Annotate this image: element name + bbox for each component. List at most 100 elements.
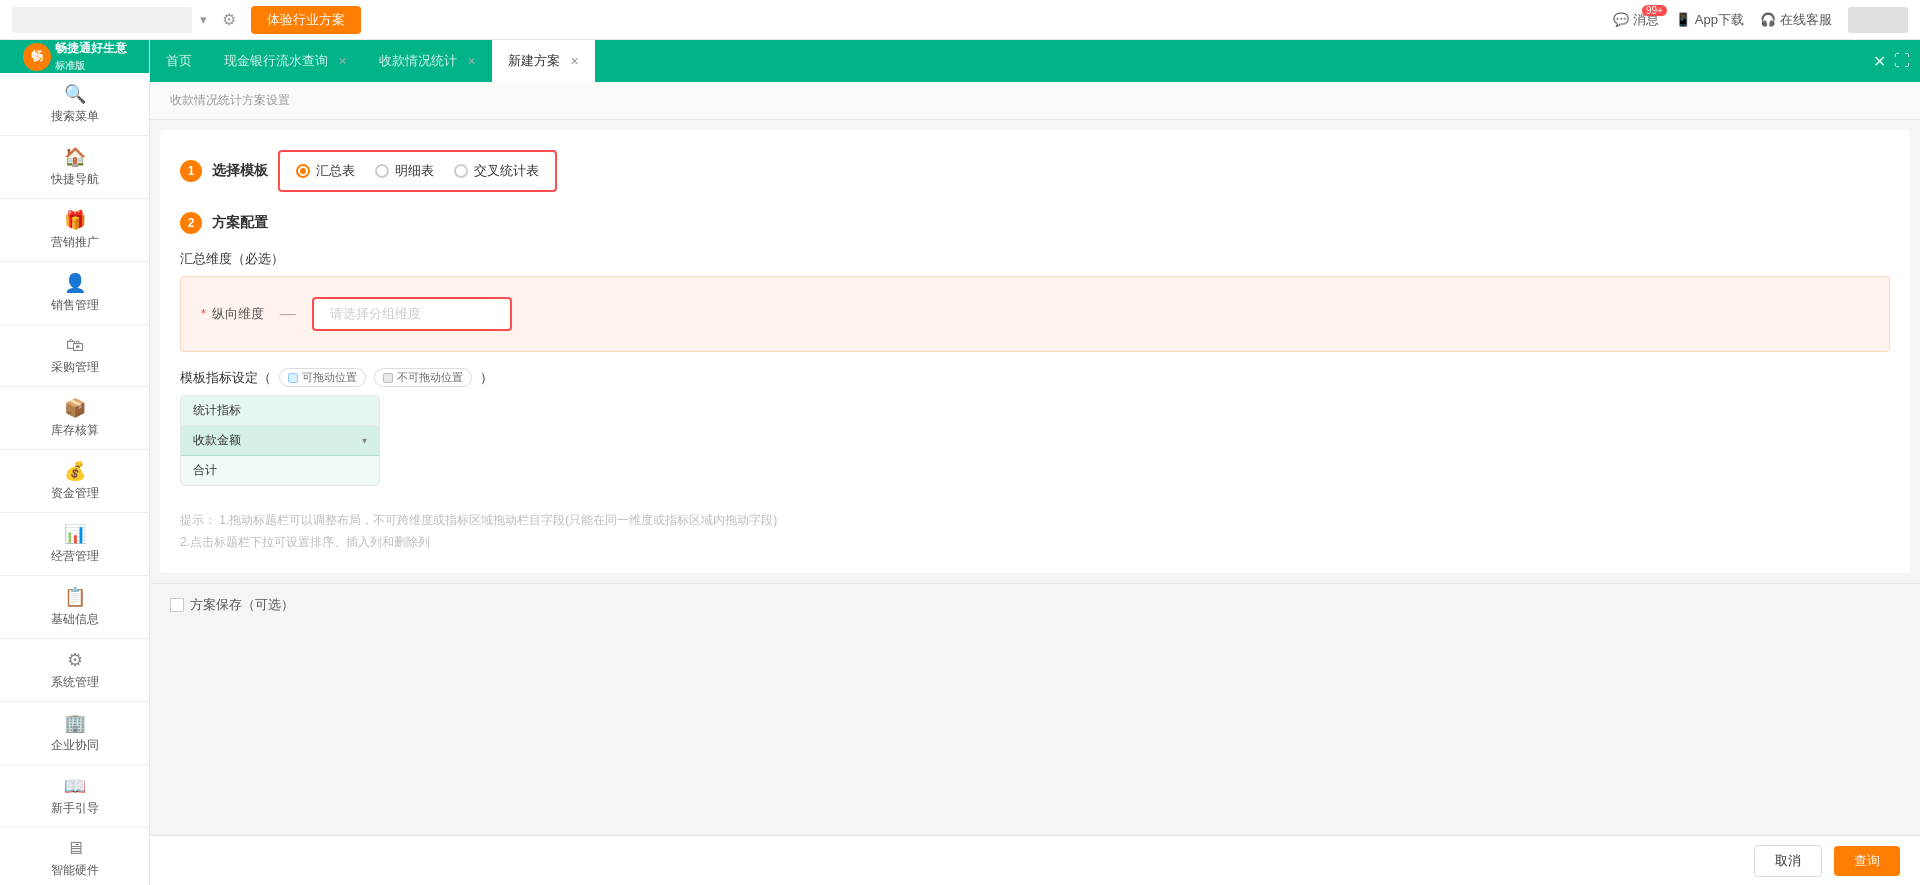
sidebar-item-purchase[interactable]: 🛍采购管理 bbox=[0, 325, 149, 387]
guide-icon: 📖 bbox=[64, 775, 86, 797]
radio-summary-circle bbox=[296, 164, 310, 178]
sidebar-item-finance[interactable]: 💰 资金管理 bbox=[0, 450, 149, 513]
tab-home[interactable]: 首页 bbox=[150, 40, 208, 82]
dimension-arrow-icon: — bbox=[280, 305, 296, 323]
message-badge: 99+ bbox=[1642, 5, 1667, 16]
sales-icon: 👤 bbox=[64, 272, 86, 294]
sidebar-item-label: 经营管理 bbox=[51, 548, 99, 565]
dimension-area: * 纵向维度 — 请选择分组维度 bbox=[180, 276, 1890, 352]
sidebar-item-marketing[interactable]: 🎁 营销推广 bbox=[0, 199, 149, 262]
section1-header: 1 选择模板 汇总表 明细表 bbox=[180, 150, 1890, 192]
tab-bank-close[interactable]: ✕ bbox=[338, 55, 347, 68]
query-button[interactable]: 查询 bbox=[1834, 846, 1900, 876]
service-icon: 🎧 bbox=[1760, 12, 1776, 27]
system-icon: ⚙ bbox=[67, 649, 83, 671]
user-avatar[interactable] bbox=[1848, 7, 1908, 33]
tab-bar: 首页 现金银行流水查询 ✕ 收款情况统计 ✕ 新建方案 ✕ ✕ ⛶ bbox=[150, 40, 1920, 82]
stats-table-cell[interactable]: 收款金额 ▾ bbox=[181, 426, 379, 456]
search-box[interactable] bbox=[12, 7, 192, 33]
sidebar-item-operation[interactable]: 📊经营管理 bbox=[0, 513, 149, 576]
sidebar-item-label: 智能硬件 bbox=[51, 862, 99, 879]
tab-collection-close[interactable]: ✕ bbox=[467, 55, 476, 68]
sidebar-item-hardware[interactable]: 🖥 智能硬件 bbox=[0, 828, 149, 885]
section2-header: 2 方案配置 bbox=[180, 212, 1890, 234]
sidebar-items: 🔍 搜索菜单 🏠 快捷导航 🎁 营销推广 👤 销售管理 🛍采购管理📦库存核算 💰 资金管理 📊经营管理… bbox=[0, 73, 149, 885]
radio-cross-circle bbox=[454, 164, 468, 178]
save-checkbox[interactable] bbox=[170, 598, 184, 612]
sidebar-item-system[interactable]: ⚙ 系统管理 bbox=[0, 639, 149, 702]
tab-close-icon[interactable]: ✕ bbox=[1873, 52, 1886, 71]
download-label: App下载 bbox=[1695, 11, 1744, 29]
service-label: 在线客服 bbox=[1780, 11, 1832, 29]
sidebar-item-nav[interactable]: 🏠 快捷导航 bbox=[0, 136, 149, 199]
radio-cross[interactable]: 交叉统计表 bbox=[454, 162, 539, 180]
sidebar-item-label: 系统管理 bbox=[51, 674, 99, 691]
sidebar-item-guide[interactable]: 📖 新手引导 bbox=[0, 765, 149, 828]
indicator-label-row: 模板指标设定（ 可拖动位置 不可拖动位置 ） bbox=[180, 368, 1890, 387]
dropdown-icon[interactable]: ▾ bbox=[200, 12, 207, 27]
main-layout: 畅 畅捷通好生意 标准版 🔍 搜索菜单 🏠 快捷导航 🎁 营销推广 👤 销售管理 🛍采购管理📦库… bbox=[0, 40, 1920, 885]
sidebar-item-search[interactable]: 🔍 搜索菜单 bbox=[0, 73, 149, 136]
dimension-select[interactable]: 请选择分组维度 bbox=[312, 297, 512, 331]
radio-summary[interactable]: 汇总表 bbox=[296, 162, 355, 180]
tab-collection[interactable]: 收款情况统计 ✕ bbox=[363, 40, 492, 82]
logo-icon: 畅 bbox=[23, 43, 51, 71]
sidebar-item-label: 采购管理 bbox=[51, 359, 99, 376]
trial-button[interactable]: 体验行业方案 bbox=[251, 6, 361, 34]
radio-detail-circle bbox=[375, 164, 389, 178]
sidebar-item-label: 营销推广 bbox=[51, 234, 99, 251]
radio-group: 汇总表 明细表 交叉统计表 bbox=[296, 162, 539, 180]
cancel-button[interactable]: 取消 bbox=[1754, 845, 1822, 877]
indicator-settings: 模板指标设定（ 可拖动位置 不可拖动位置 ） bbox=[180, 368, 1890, 553]
download-icon: 📱 bbox=[1675, 12, 1691, 27]
page-content: 收款情况统计方案设置 1 选择模板 汇总表 bbox=[150, 82, 1920, 835]
radio-detail[interactable]: 明细表 bbox=[375, 162, 434, 180]
sidebar-item-label: 快捷导航 bbox=[51, 171, 99, 188]
section1-title: 选择模板 bbox=[212, 162, 268, 180]
bottom-action-bar: 取消 查询 bbox=[150, 835, 1920, 885]
header-left: ▾ ⚙ 体验行业方案 bbox=[12, 6, 1605, 34]
stats-table-header: 统计指标 bbox=[181, 396, 379, 426]
sidebar-item-label: 搜索菜单 bbox=[51, 108, 99, 125]
tab-new-plan-close[interactable]: ✕ bbox=[570, 55, 579, 68]
message-icon: 💬 bbox=[1613, 12, 1629, 27]
message-button[interactable]: 💬 消息 99+ bbox=[1613, 11, 1659, 29]
gear-icon[interactable]: ⚙ bbox=[215, 6, 243, 34]
tab-bank[interactable]: 现金银行流水查询 ✕ bbox=[208, 40, 363, 82]
search-icon: 🔍 bbox=[64, 83, 86, 105]
marketing-icon: 🎁 bbox=[64, 209, 86, 231]
sidebar-item-basic[interactable]: 📋基础信息 bbox=[0, 576, 149, 639]
tab-new-plan[interactable]: 新建方案 ✕ bbox=[492, 40, 595, 82]
hardware-icon: 🖥 bbox=[66, 838, 84, 859]
header-right: 💬 消息 99+ 📱 App下载 🎧 在线客服 bbox=[1613, 7, 1908, 33]
stats-table: 统计指标 收款金额 ▾ 合计 bbox=[180, 395, 380, 486]
sidebar-item-label: 企业协同 bbox=[51, 737, 99, 754]
online-service-link[interactable]: 🎧 在线客服 bbox=[1760, 11, 1832, 29]
hint-text: 提示： 1.拖动标题栏可以调整布局，不可跨维度或指标区域拖动栏目字段(只能在同一… bbox=[180, 510, 1890, 553]
dimension-required-mark: * 纵向维度 bbox=[201, 305, 264, 323]
stats-table-total: 合计 bbox=[181, 456, 379, 485]
save-label: 方案保存（可选） bbox=[190, 596, 294, 614]
inventory-icon: 📦 bbox=[64, 397, 86, 419]
section2-num: 2 bbox=[180, 212, 202, 234]
enterprise-icon: 🏢 bbox=[64, 712, 86, 734]
unmovable-badge: 不可拖动位置 bbox=[374, 368, 472, 387]
footer-area: 方案保存（可选） bbox=[150, 583, 1920, 626]
sidebar-item-label: 资金管理 bbox=[51, 485, 99, 502]
sidebar-item-enterprise[interactable]: 🏢 企业协同 bbox=[0, 702, 149, 765]
save-option[interactable]: 方案保存（可选） bbox=[170, 596, 1900, 614]
sidebar-item-sales[interactable]: 👤 销售管理 bbox=[0, 262, 149, 325]
sidebar-item-label: 销售管理 bbox=[51, 297, 99, 314]
unmovable-dot bbox=[383, 373, 393, 383]
tab-actions: ✕ ⛶ bbox=[1863, 52, 1920, 71]
form-area: 1 选择模板 汇总表 明细表 bbox=[160, 130, 1910, 573]
sidebar-item-inventory[interactable]: 📦库存核算 bbox=[0, 387, 149, 450]
sidebar-logo: 畅 畅捷通好生意 标准版 bbox=[0, 40, 149, 73]
tab-expand-icon[interactable]: ⛶ bbox=[1894, 52, 1910, 70]
sidebar-item-label: 新手引导 bbox=[51, 800, 99, 817]
nav-icon: 🏠 bbox=[64, 146, 86, 168]
chevron-down-icon: ▾ bbox=[362, 435, 367, 446]
app-download-link[interactable]: 📱 App下载 bbox=[1675, 11, 1744, 29]
logo-text: 畅捷通好生意 bbox=[55, 40, 127, 57]
finance-icon: 💰 bbox=[64, 460, 86, 482]
